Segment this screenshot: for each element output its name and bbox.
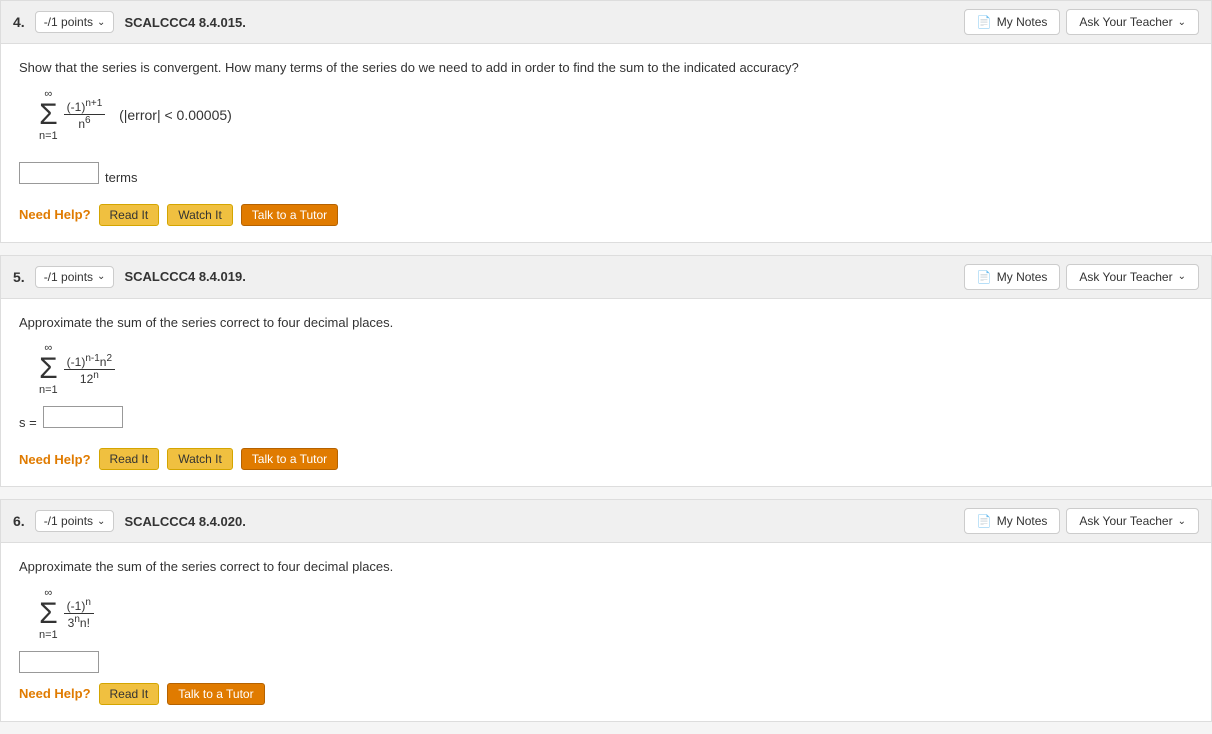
frac-den-5: 12n (77, 370, 102, 386)
points-label-5: -/1 points (44, 270, 93, 284)
sigma-sum-6: ∞ Σ n=1 (39, 587, 58, 641)
terms-row-4: terms (19, 162, 1193, 194)
answer-input-6[interactable] (19, 651, 99, 673)
need-help-label-6: Need Help? (19, 686, 91, 701)
question-6-body: Approximate the sum of the series correc… (1, 543, 1211, 721)
fraction-4: (-1)n+1 n6 (64, 98, 106, 131)
ask-teacher-label-4: Ask Your Teacher (1079, 15, 1172, 29)
question-6-text: Approximate the sum of the series correc… (19, 557, 1193, 577)
read-it-button-4[interactable]: Read It (99, 204, 160, 226)
sigma-sum-4: ∞ Σ n=1 (39, 88, 58, 142)
question-id-6: SCALCCC4 8.4.020. (124, 514, 245, 529)
note-icon-6: 📄 (977, 514, 992, 528)
question-6-number: 6. (13, 513, 25, 529)
condition-4: (|error| < 0.00005) (111, 107, 232, 123)
question-5-number: 5. (13, 269, 25, 285)
question-4-header-buttons: 📄 My Notes Ask Your Teacher ⌄ (964, 9, 1199, 35)
my-notes-label-6: My Notes (997, 514, 1048, 528)
answer-input-5[interactable] (43, 406, 123, 428)
note-icon-5: 📄 (977, 270, 992, 284)
need-help-row-5: Need Help? Read It Watch It Talk to a Tu… (19, 448, 1193, 470)
watch-it-button-4[interactable]: Watch It (167, 204, 233, 226)
my-notes-label-5: My Notes (997, 270, 1048, 284)
chevron-down-icon-5: ⌄ (97, 271, 105, 282)
question-4-header-left: 4. -/1 points ⌄ SCALCCC4 8.4.015. (13, 11, 246, 33)
question-4-formula: ∞ Σ n=1 (-1)n+1 n6 (|error| < 0.00005) (39, 88, 1193, 152)
answer-input-4[interactable] (19, 162, 99, 184)
question-id-4: SCALCCC4 8.4.015. (124, 15, 245, 30)
question-5-header: 5. -/1 points ⌄ SCALCCC4 8.4.019. 📄 My N… (1, 256, 1211, 299)
frac-num-6: (-1)n (64, 597, 94, 614)
question-6-formula: ∞ Σ n=1 (-1)n 3nn! (39, 587, 1193, 641)
sigma-sum-5: ∞ Σ n=1 (39, 342, 58, 396)
my-notes-button-6[interactable]: 📄 My Notes (964, 508, 1061, 534)
fraction-6: (-1)n 3nn! (64, 597, 94, 630)
answer-row-5: s = (19, 406, 1193, 438)
fraction-5: (-1)n-1n2 12n (64, 353, 115, 386)
read-it-button-5[interactable]: Read It (99, 448, 160, 470)
question-4-number: 4. (13, 14, 25, 30)
ask-teacher-label-6: Ask Your Teacher (1079, 514, 1172, 528)
question-5-header-buttons: 📄 My Notes Ask Your Teacher ⌄ (964, 264, 1199, 290)
answer-row-6 (19, 651, 1193, 673)
need-help-row-6: Need Help? Read It Talk to a Tutor (19, 683, 1193, 705)
question-id-5: SCALCCC4 8.4.019. (124, 269, 245, 284)
my-notes-button-4[interactable]: 📄 My Notes (964, 9, 1061, 35)
chevron-down-icon-ask-4: ⌄ (1178, 17, 1186, 28)
question-5-header-left: 5. -/1 points ⌄ SCALCCC4 8.4.019. (13, 266, 246, 288)
frac-den-6: 3nn! (65, 614, 93, 630)
sigma-sym-4: Σ (39, 100, 58, 130)
terms-label-4: terms (105, 170, 138, 185)
chevron-down-icon-ask-5: ⌄ (1178, 271, 1186, 282)
chevron-down-icon-6: ⌄ (97, 516, 105, 527)
sigma-bottom-5: n=1 (39, 384, 58, 396)
need-help-row-4: Need Help? Read It Watch It Talk to a Tu… (19, 204, 1193, 226)
frac-num-5: (-1)n-1n2 (64, 353, 115, 370)
chevron-down-icon-ask-6: ⌄ (1178, 516, 1186, 527)
ask-teacher-button-5[interactable]: Ask Your Teacher ⌄ (1066, 264, 1199, 290)
math-row-4: ∞ Σ n=1 (-1)n+1 n6 (|error| < 0.00005) (39, 88, 232, 142)
talk-tutor-button-6[interactable]: Talk to a Tutor (167, 683, 264, 705)
question-6-header-buttons: 📄 My Notes Ask Your Teacher ⌄ (964, 508, 1199, 534)
question-6-header-left: 6. -/1 points ⌄ SCALCCC4 8.4.020. (13, 510, 246, 532)
sigma-bottom-6: n=1 (39, 629, 58, 641)
talk-tutor-button-4[interactable]: Talk to a Tutor (241, 204, 338, 226)
read-it-button-6[interactable]: Read It (99, 683, 160, 705)
my-notes-label-4: My Notes (997, 15, 1048, 29)
sigma-bottom-4: n=1 (39, 130, 58, 142)
points-dropdown-5[interactable]: -/1 points ⌄ (35, 266, 115, 288)
sigma-wrapper-4: ∞ Σ n=1 (-1)n+1 n6 (|error| < 0.00005) (39, 88, 232, 142)
sigma-sym-6: Σ (39, 599, 58, 629)
question-6: 6. -/1 points ⌄ SCALCCC4 8.4.020. 📄 My N… (0, 499, 1212, 722)
sigma-sym-5: Σ (39, 354, 58, 384)
sigma-wrapper-6: ∞ Σ n=1 (-1)n 3nn! (39, 587, 94, 641)
points-dropdown-6[interactable]: -/1 points ⌄ (35, 510, 115, 532)
question-5: 5. -/1 points ⌄ SCALCCC4 8.4.019. 📄 My N… (0, 255, 1212, 488)
frac-num-4: (-1)n+1 (64, 98, 106, 115)
points-dropdown-4[interactable]: -/1 points ⌄ (35, 11, 115, 33)
sigma-wrapper-5: ∞ Σ n=1 (-1)n-1n2 12n (39, 342, 115, 396)
chevron-down-icon-4: ⌄ (97, 17, 105, 28)
question-6-header: 6. -/1 points ⌄ SCALCCC4 8.4.020. 📄 My N… (1, 500, 1211, 543)
watch-it-button-5[interactable]: Watch It (167, 448, 233, 470)
question-5-text: Approximate the sum of the series correc… (19, 313, 1193, 333)
ask-teacher-label-5: Ask Your Teacher (1079, 270, 1172, 284)
ask-teacher-button-6[interactable]: Ask Your Teacher ⌄ (1066, 508, 1199, 534)
need-help-label-4: Need Help? (19, 207, 91, 222)
question-4: 4. -/1 points ⌄ SCALCCC4 8.4.015. 📄 My N… (0, 0, 1212, 243)
ask-teacher-button-4[interactable]: Ask Your Teacher ⌄ (1066, 9, 1199, 35)
note-icon-4: 📄 (977, 15, 992, 29)
question-4-body: Show that the series is convergent. How … (1, 44, 1211, 242)
talk-tutor-button-5[interactable]: Talk to a Tutor (241, 448, 338, 470)
question-5-formula: ∞ Σ n=1 (-1)n-1n2 12n (39, 342, 1193, 396)
need-help-label-5: Need Help? (19, 452, 91, 467)
my-notes-button-5[interactable]: 📄 My Notes (964, 264, 1061, 290)
points-label-4: -/1 points (44, 15, 93, 29)
question-5-body: Approximate the sum of the series correc… (1, 299, 1211, 487)
question-4-text: Show that the series is convergent. How … (19, 58, 1193, 78)
frac-den-4: n6 (75, 115, 93, 131)
question-4-header: 4. -/1 points ⌄ SCALCCC4 8.4.015. 📄 My N… (1, 1, 1211, 44)
points-label-6: -/1 points (44, 514, 93, 528)
answer-prefix-5: s = (19, 415, 37, 430)
